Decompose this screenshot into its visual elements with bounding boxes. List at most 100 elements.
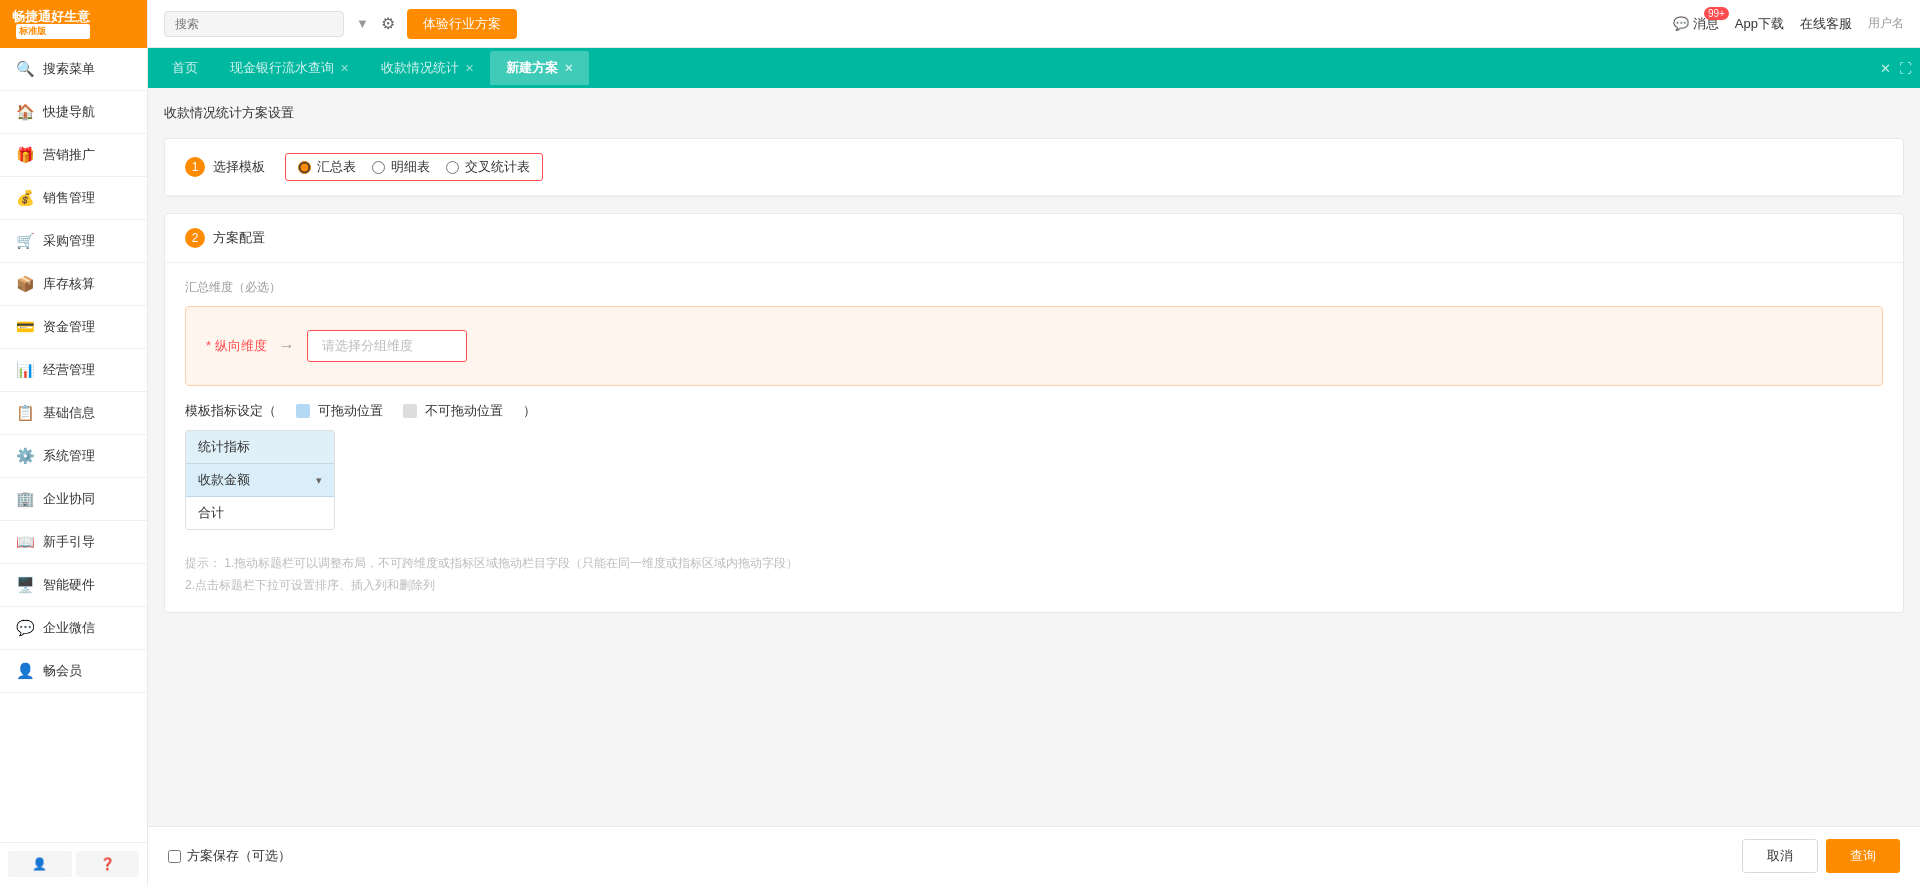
main-area: ▼ ⚙ 体验行业方案 💬 消息 99+ App下载 在线客服 用户名 首页 现金… — [148, 0, 1920, 885]
metrics-header: 模板指标设定（ 可拖动位置 不可拖动位置 ） — [185, 402, 1883, 420]
query-button[interactable]: 查询 — [1826, 839, 1900, 873]
sidebar-item-system[interactable]: ⚙️ 系统管理 — [0, 435, 147, 478]
fixed-label: 不可拖动位置 — [425, 402, 503, 420]
card-icon: 💳 — [16, 318, 35, 336]
service-label[interactable]: 在线客服 — [1800, 15, 1852, 33]
draggable-label: 可拖动位置 — [318, 402, 383, 420]
dropdown-arrow-icon[interactable]: ▼ — [356, 16, 369, 31]
settings-icon[interactable]: ⚙ — [381, 14, 395, 33]
home-icon: 🏠 — [16, 103, 35, 121]
stats-label: 统计指标 — [198, 438, 250, 456]
sidebar-item-inventory[interactable]: 📦 库存核算 — [0, 263, 147, 306]
radio-cross-input[interactable] — [446, 161, 459, 174]
sidebar-item-finance[interactable]: 💳 资金管理 — [0, 306, 147, 349]
cancel-button[interactable]: 取消 — [1742, 839, 1818, 873]
sidebar-item-label: 快捷导航 — [43, 103, 95, 121]
tab-expand-icon[interactable]: ⛶ — [1899, 61, 1912, 76]
sidebar-help-btn[interactable]: ❓ — [76, 851, 140, 877]
radio-summary[interactable]: 汇总表 — [298, 158, 356, 176]
sidebar-bottom: 👤 ❓ — [0, 842, 147, 885]
tab-cash-flow[interactable]: 现金银行流水查询 ✕ — [214, 51, 365, 85]
vertical-dimension-label: 纵向维度 — [206, 337, 267, 355]
tab-new-plan[interactable]: 新建方案 ✕ — [490, 51, 589, 85]
sidebar-user-btn[interactable]: 👤 — [8, 851, 72, 877]
sidebar-item-marketing[interactable]: 🎁 营销推广 — [0, 134, 147, 177]
step1-badge: 1 — [185, 157, 205, 177]
gear-icon: ⚙️ — [16, 447, 35, 465]
radio-detail[interactable]: 明细表 — [372, 158, 430, 176]
metrics-section: 模板指标设定（ 可拖动位置 不可拖动位置 ） — [185, 402, 1883, 533]
sidebar-item-label: 采购管理 — [43, 232, 95, 250]
close-icon[interactable]: ✕ — [465, 62, 474, 75]
close-icon[interactable]: ✕ — [340, 62, 349, 75]
search-menu-icon: 🔍 — [16, 60, 35, 78]
tab-home[interactable]: 首页 — [156, 51, 214, 85]
sidebar-item-purchase[interactable]: 🛒 采购管理 — [0, 220, 147, 263]
trial-btn[interactable]: 体验行业方案 — [407, 9, 517, 39]
download-label[interactable]: App下载 — [1735, 15, 1784, 33]
sidebar-item-search-menu[interactable]: 🔍 搜索菜单 — [0, 48, 147, 91]
template-options: 汇总表 明细表 交叉统计表 — [285, 153, 543, 181]
save-label: 方案保存（可选） — [187, 847, 291, 865]
logo-text: 畅捷通好生意 — [12, 9, 90, 25]
step1-header: 1 选择模板 汇总表 明细表 交叉统计表 — [165, 139, 1903, 196]
search-input[interactable] — [164, 11, 344, 37]
sidebar-item-enterprise[interactable]: 🏢 企业协同 — [0, 478, 147, 521]
sidebar-item-wechat[interactable]: 💬 企业微信 — [0, 607, 147, 650]
total-cell: 合计 — [186, 497, 334, 529]
sidebar-item-label: 畅会员 — [43, 662, 82, 680]
message-badge[interactable]: 💬 消息 99+ — [1673, 15, 1719, 33]
sidebar-item-label: 库存核算 — [43, 275, 95, 293]
page-title: 收款情况统计方案设置 — [164, 104, 1904, 122]
collection-amount-header[interactable]: 收款金额 ▾ — [186, 464, 334, 497]
close-icon[interactable]: ✕ — [564, 62, 573, 75]
radio-summary-input[interactable] — [298, 161, 311, 174]
monitor-icon: 🖥️ — [16, 576, 35, 594]
step1-title: 选择模板 — [213, 158, 265, 176]
tab-close-all-icon[interactable]: ✕ — [1880, 61, 1891, 76]
topbar-right: 💬 消息 99+ App下载 在线客服 用户名 — [1673, 15, 1904, 33]
dimension-select[interactable]: 请选择分组维度 — [307, 330, 467, 362]
sidebar-item-label: 经营管理 — [43, 361, 95, 379]
radio-summary-label: 汇总表 — [317, 158, 356, 176]
sidebar-item-operation[interactable]: 📊 经营管理 — [0, 349, 147, 392]
sidebar-item-base-info[interactable]: 📋 基础信息 — [0, 392, 147, 435]
sidebar-item-label: 系统管理 — [43, 447, 95, 465]
radio-cross[interactable]: 交叉统计表 — [446, 158, 530, 176]
dimension-section: 汇总维度（必选） 纵向维度 → 请选择分组维度 — [185, 279, 1883, 386]
metrics-table: 统计指标 收款金额 ▾ 合计 — [185, 430, 335, 530]
sidebar-item-member[interactable]: 👤 畅会员 — [0, 650, 147, 693]
sidebar-item-label: 营销推广 — [43, 146, 95, 164]
dimension-title: 汇总维度（必选） — [185, 279, 1883, 296]
chevron-down-icon[interactable]: ▾ — [316, 474, 322, 487]
sidebar-item-label: 新手引导 — [43, 533, 95, 551]
tab-new-plan-label: 新建方案 — [506, 59, 558, 77]
total-label: 合计 — [198, 505, 224, 520]
radio-detail-input[interactable] — [372, 161, 385, 174]
message-count: 99+ — [1704, 7, 1729, 20]
sidebar-item-label: 搜索菜单 — [43, 60, 95, 78]
sidebar-item-guide[interactable]: 📖 新手引导 — [0, 521, 147, 564]
tab-cash-flow-label: 现金银行流水查询 — [230, 59, 334, 77]
metrics-setting-label: 模板指标设定（ — [185, 402, 276, 420]
tab-collection-stats[interactable]: 收款情况统计 ✕ — [365, 51, 490, 85]
radio-cross-label: 交叉统计表 — [465, 158, 530, 176]
tip2: 2.点击标题栏下拉可设置排序、插入列和删除列 — [185, 575, 1883, 597]
sidebar-item-sales[interactable]: 💰 销售管理 — [0, 177, 147, 220]
book-icon: 📖 — [16, 533, 35, 551]
dimension-placeholder: 请选择分组维度 — [322, 338, 413, 353]
gift-icon: 🎁 — [16, 146, 35, 164]
building-icon: 🏢 — [16, 490, 35, 508]
save-checkbox[interactable] — [168, 850, 181, 863]
radio-detail-label: 明细表 — [391, 158, 430, 176]
step2-card: 2 方案配置 汇总维度（必选） 纵向维度 → 请选择分组维度 — [164, 213, 1904, 613]
fixed-legend: 不可拖动位置 — [403, 402, 503, 420]
sidebar-logo: 畅捷通好生意 标准版 — [0, 0, 147, 48]
sidebar-item-quick-nav[interactable]: 🏠 快捷导航 — [0, 91, 147, 134]
fixed-dot — [403, 404, 417, 418]
money-icon: 💰 — [16, 189, 35, 207]
sidebar-item-smart-hw[interactable]: 🖥️ 智能硬件 — [0, 564, 147, 607]
user-icon: 👤 — [16, 662, 35, 680]
metrics-table-header: 统计指标 — [186, 431, 334, 464]
draggable-dot — [296, 404, 310, 418]
